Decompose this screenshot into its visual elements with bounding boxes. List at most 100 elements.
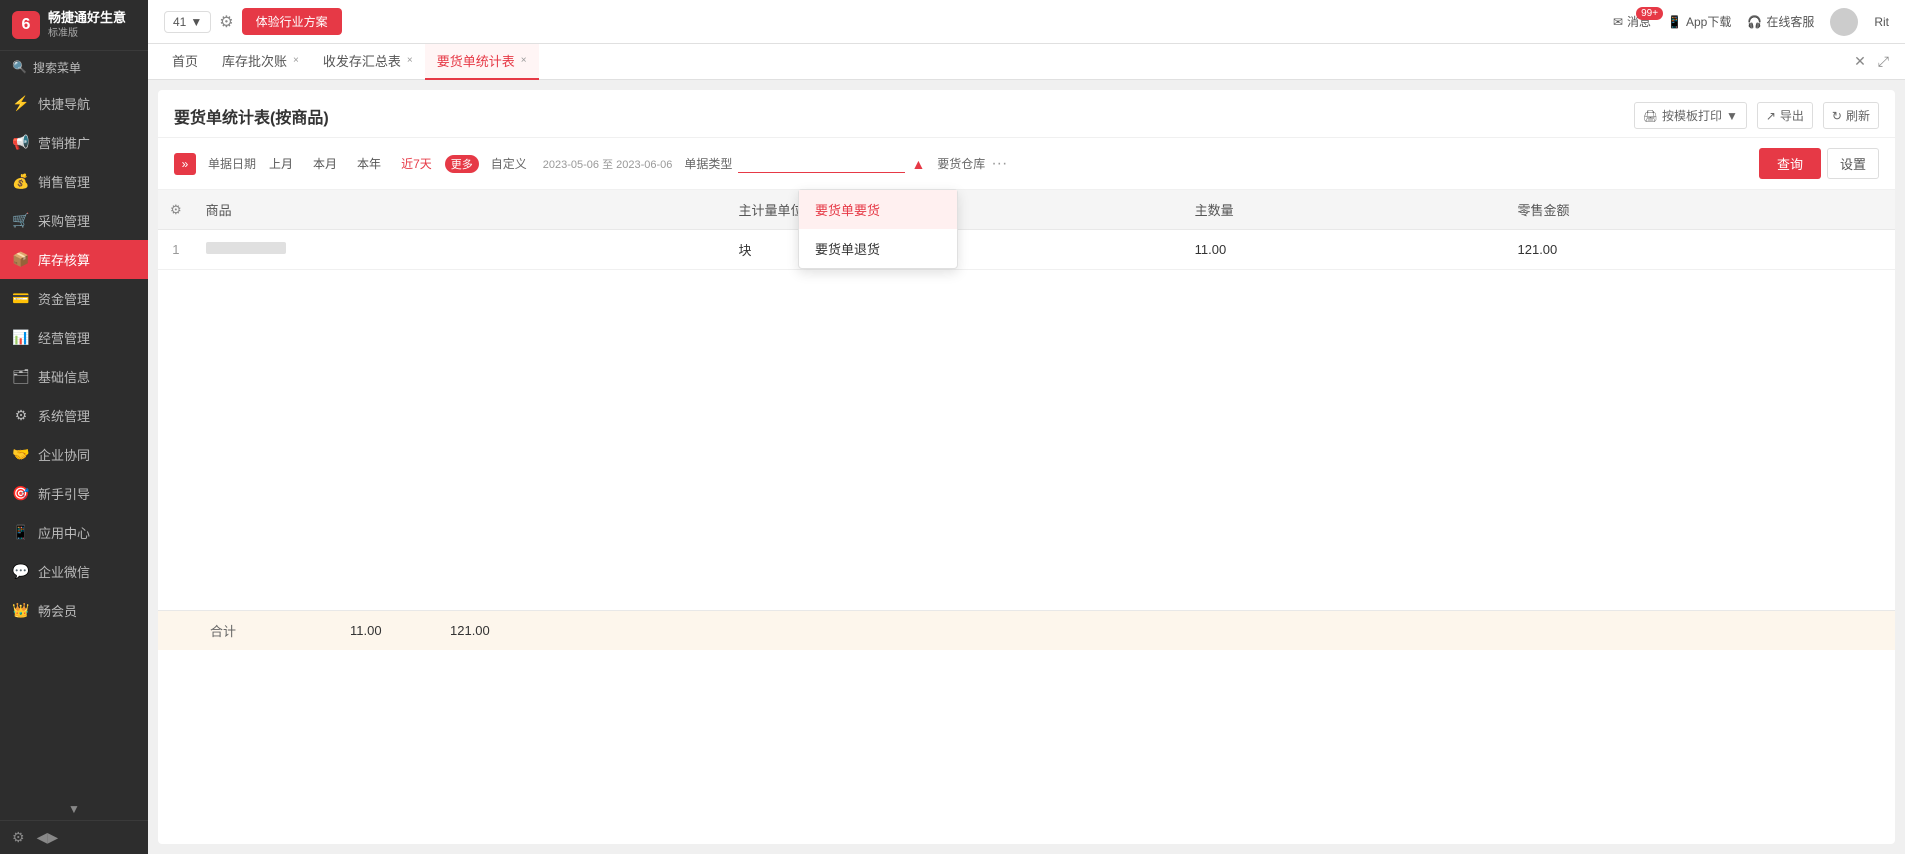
sidebar-item-label: 资金管理 xyxy=(38,289,90,308)
tab-expand-btn[interactable]: ⤢ xyxy=(1874,51,1893,72)
page-header: 要货单统计表(按商品) 🖨 按模板打印 ▼ ↗ 导出 ↻ 刷新 xyxy=(158,90,1895,138)
tab-home[interactable]: 首页 xyxy=(160,44,210,80)
filter-settings-btn[interactable]: 设置 xyxy=(1827,148,1879,179)
marketing-icon: 📢 xyxy=(12,133,30,151)
warehouse-filter-group: 要货仓库 ··· xyxy=(937,155,1007,173)
tab-close-all-btn[interactable]: ✕ xyxy=(1850,51,1870,72)
row-quantity: 11.00 xyxy=(1183,230,1506,270)
table-footer: 合计 11.00 121.00 xyxy=(158,610,1895,650)
table-settings-col-header[interactable]: ⚙ xyxy=(158,190,194,230)
sidebar-item-label: 畅会员 xyxy=(38,601,77,620)
footer-amount: 121.00 xyxy=(450,623,550,638)
sidebar-bottom: ⚙ ◀▶ xyxy=(0,820,148,854)
sidebar-scroll-down[interactable]: ▼ xyxy=(0,798,148,820)
sidebar-item-app-center[interactable]: 📱 应用中心 xyxy=(0,513,148,552)
query-btn[interactable]: 查询 xyxy=(1759,148,1821,179)
tab-inventory-batch[interactable]: 库存批次账 × xyxy=(210,44,311,80)
date-7days-btn[interactable]: 近7天 xyxy=(394,152,439,175)
logo-icon: 6 xyxy=(12,11,40,39)
sidebar-item-wechat-biz[interactable]: 💬 企业微信 xyxy=(0,552,148,591)
quick-nav-icon: ⚡ xyxy=(12,94,30,112)
sidebar-item-inventory[interactable]: 📦 库存核算 xyxy=(0,240,148,279)
message-btn[interactable]: ✉ 消息 99+ xyxy=(1613,13,1651,30)
sidebar-nav: ⚡ 快捷导航 📢 营销推广 💰 销售管理 🛒 采购管理 📦 库存核算 💳 资金管… xyxy=(0,84,148,798)
message-badge: 99+ xyxy=(1636,7,1663,20)
online-service-btn[interactable]: 🎧 在线客服 xyxy=(1747,13,1814,30)
refresh-btn[interactable]: ↻ 刷新 xyxy=(1823,102,1879,129)
sidebar-item-guide[interactable]: 🎯 新手引导 xyxy=(0,474,148,513)
date-filter-group: 单据日期 上月 本月 本年 近7天 更多 自定义 2023-05-06 至 20… xyxy=(208,152,672,175)
content-area: 要货单统计表(按商品) 🖨 按模板打印 ▼ ↗ 导出 ↻ 刷新 xyxy=(148,80,1905,854)
table-row: 1 块 11.00 121.00 xyxy=(158,230,1895,270)
table-empty-space xyxy=(158,270,1895,610)
message-icon: ✉ xyxy=(1613,15,1623,29)
store-selector[interactable]: 41 ▼ xyxy=(164,11,211,33)
type-dropdown-menu: 要货单要货 要货单退货 xyxy=(798,189,958,269)
sidebar-item-sales[interactable]: 💰 销售管理 xyxy=(0,162,148,201)
guide-icon: 🎯 xyxy=(12,484,30,502)
row-product xyxy=(194,230,727,270)
footer-quantity: 11.00 xyxy=(350,623,450,638)
sidebar-item-basic-info[interactable]: 🗂 基础信息 xyxy=(0,357,148,396)
inventory-icon: 📦 xyxy=(12,250,30,268)
avatar[interactable] xyxy=(1830,8,1858,36)
sidebar-item-marketing[interactable]: 📢 营销推广 xyxy=(0,123,148,162)
tab-home-label: 首页 xyxy=(172,51,198,70)
sidebar-item-label: 经营管理 xyxy=(38,328,90,347)
sidebar-item-operations[interactable]: 📊 经营管理 xyxy=(0,318,148,357)
topbar: 41 ▼ ⚙ 体验行业方案 ✉ 消息 99+ 📱 App下载 🎧 在线客服 Ri… xyxy=(148,0,1905,44)
filter-expand-btn[interactable]: » xyxy=(174,153,196,175)
tab-stock-summary[interactable]: 收发存汇总表 × xyxy=(311,44,425,80)
topbar-right: ✉ 消息 99+ 📱 App下载 🎧 在线客服 Rit xyxy=(1613,8,1889,36)
main-area: 41 ▼ ⚙ 体验行业方案 ✉ 消息 99+ 📱 App下载 🎧 在线客服 Ri… xyxy=(148,0,1905,854)
date-this-month-btn[interactable]: 本月 xyxy=(306,152,344,175)
topbar-left: 41 ▼ ⚙ 体验行业方案 xyxy=(164,8,1603,35)
sales-icon: 💰 xyxy=(12,172,30,190)
col-header-product: 商品 xyxy=(194,190,727,230)
store-dropdown-icon: ▼ xyxy=(190,15,202,29)
sidebar-item-system[interactable]: ⚙ 系统管理 xyxy=(0,396,148,435)
tab-inventory-batch-label: 库存批次账 xyxy=(222,51,287,70)
sidebar-search[interactable]: 🔍 搜索菜单 xyxy=(0,51,148,84)
print-icon: 🖨 xyxy=(1643,109,1658,123)
tab-order-stats-close[interactable]: × xyxy=(521,55,527,66)
app-download-btn[interactable]: 📱 App下载 xyxy=(1667,13,1731,30)
search-icon: 🔍 xyxy=(12,60,27,74)
trial-btn[interactable]: 体验行业方案 xyxy=(242,8,342,35)
dropdown-item-order-require[interactable]: 要货单要货 xyxy=(799,190,957,229)
date-more-btn[interactable]: 更多 xyxy=(445,155,479,173)
tabbar-controls: ✕ ⤢ xyxy=(1850,51,1893,72)
print-dropdown-icon[interactable]: ▼ xyxy=(1726,109,1738,123)
date-custom-btn[interactable]: 自定义 xyxy=(485,153,533,174)
sidebar-item-finance[interactable]: 💳 资金管理 xyxy=(0,279,148,318)
sidebar-item-label: 系统管理 xyxy=(38,406,90,425)
table-container: ⚙ 商品 主计量单位 主数量 零售金额 1 xyxy=(158,190,1895,270)
dropdown-item-order-return[interactable]: 要货单退货 xyxy=(799,229,957,268)
settings-bottom-icon[interactable]: ⚙ xyxy=(12,829,25,846)
type-filter-input[interactable] xyxy=(738,154,905,173)
sidebar-item-label: 企业协同 xyxy=(38,445,90,464)
wechat-biz-icon: 💬 xyxy=(12,562,30,580)
sidebar: 6 畅捷通好生意 标准版 🔍 搜索菜单 ⚡ 快捷导航 📢 营销推广 💰 销售管理… xyxy=(0,0,148,854)
sidebar-item-enterprise[interactable]: 🤝 企业协同 xyxy=(0,435,148,474)
tab-stock-summary-close[interactable]: × xyxy=(407,55,413,66)
tab-inventory-batch-close[interactable]: × xyxy=(293,55,299,66)
sidebar-item-label: 基础信息 xyxy=(38,367,90,386)
username[interactable]: Rit xyxy=(1874,15,1889,29)
date-last-month-btn[interactable]: 上月 xyxy=(262,152,300,175)
export-btn[interactable]: ↗ 导出 xyxy=(1757,102,1813,129)
tab-order-stats-label: 要货单统计表 xyxy=(437,51,515,70)
type-filter-arrow[interactable]: ▲ xyxy=(911,156,925,172)
tabbar: 首页 库存批次账 × 收发存汇总表 × 要货单统计表 × ✕ ⤢ xyxy=(148,44,1905,80)
tab-order-stats[interactable]: 要货单统计表 × xyxy=(425,44,539,80)
print-btn[interactable]: 🖨 按模板打印 ▼ xyxy=(1634,102,1747,129)
sidebar-item-purchase[interactable]: 🛒 采购管理 xyxy=(0,201,148,240)
topbar-settings-icon[interactable]: ⚙ xyxy=(219,12,233,32)
sidebar-item-quick-nav[interactable]: ⚡ 快捷导航 xyxy=(0,84,148,123)
collapse-icon[interactable]: ◀▶ xyxy=(37,829,59,846)
sidebar-item-member[interactable]: 👑 畅会员 xyxy=(0,591,148,630)
filter-btns: 查询 设置 xyxy=(1759,148,1879,179)
member-icon: 👑 xyxy=(12,601,30,619)
date-this-year-btn[interactable]: 本年 xyxy=(350,152,388,175)
warehouse-filter-more[interactable]: ··· xyxy=(991,155,1007,173)
